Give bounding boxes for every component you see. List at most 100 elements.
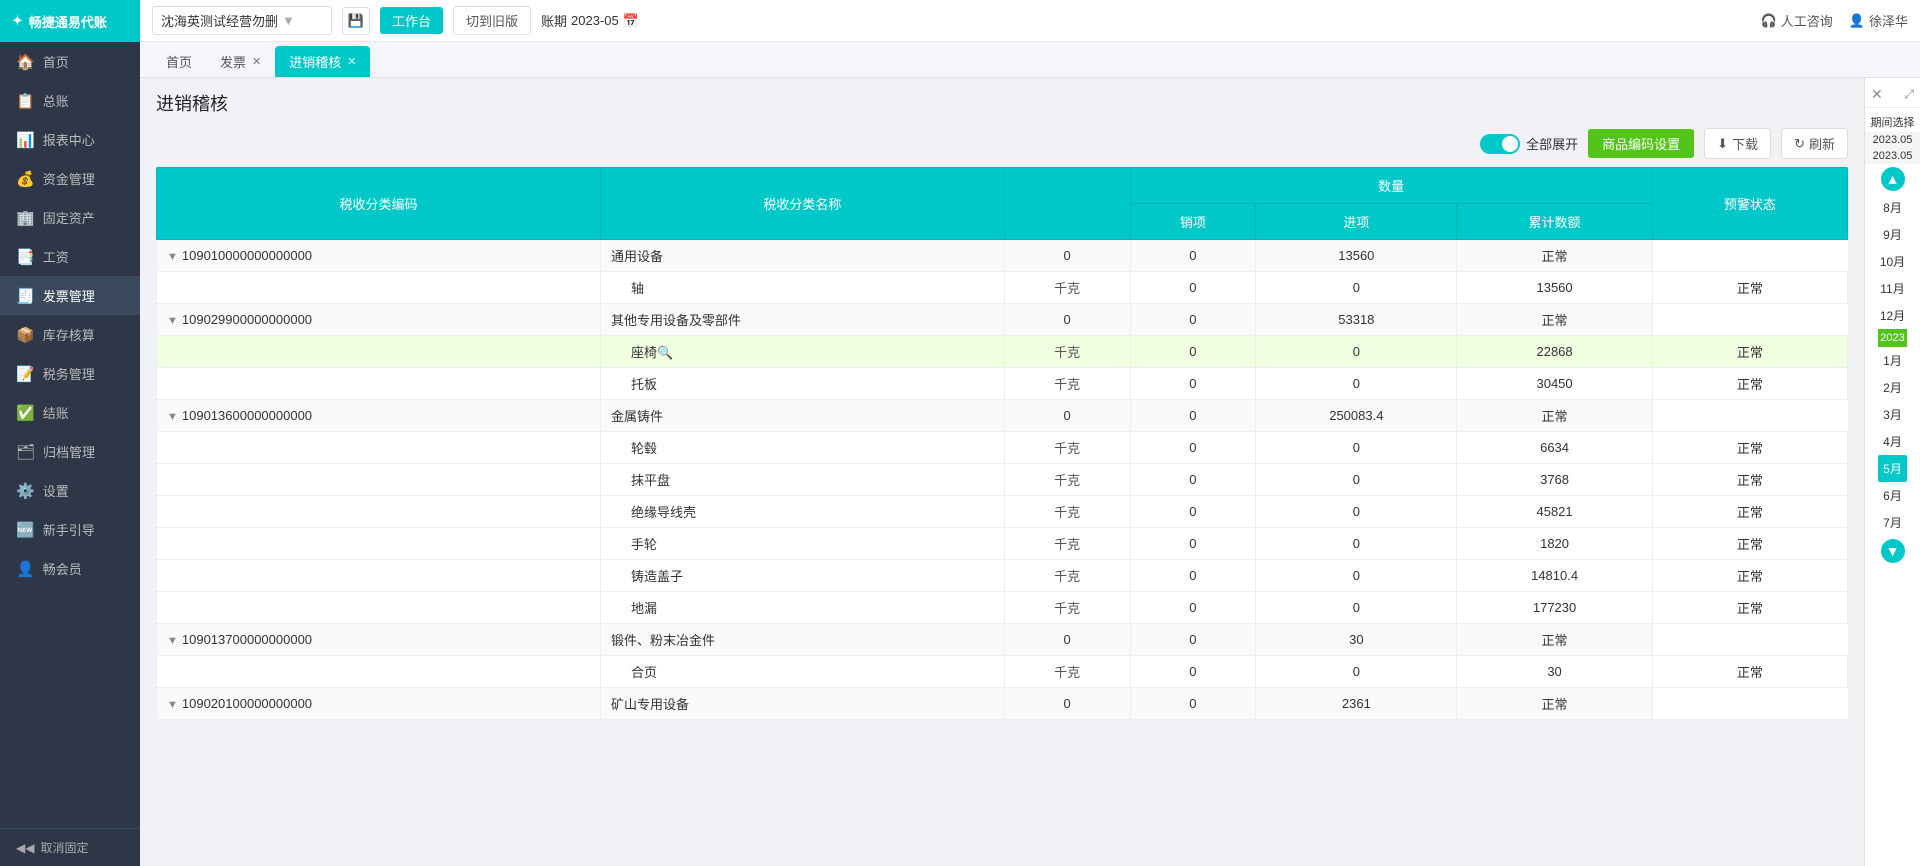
sidebar-item-member[interactable]: 👤 畅会员 (0, 549, 140, 588)
expand-icon[interactable]: ▼ (167, 635, 178, 647)
expand-icon[interactable]: ▼ (167, 251, 178, 263)
unpin-button[interactable]: ◀◀ 取消固定 (0, 828, 140, 866)
month-item[interactable]: 6月 (1878, 482, 1907, 509)
workbench-button[interactable]: 工作台 (380, 7, 443, 34)
tab-invoice[interactable]: 发票 ✕ (206, 46, 275, 77)
month-item[interactable]: 4月 (1878, 428, 1907, 455)
sidebar-item-report[interactable]: 📊 报表中心 (0, 120, 140, 159)
cell-tax-code: ▼109013600000000000 (157, 400, 601, 432)
sidebar-item-salary[interactable]: 📑 工资 (0, 237, 140, 276)
service-link[interactable]: 🎧 人工咨询 (1761, 11, 1833, 30)
cell-sales: 0 (1130, 464, 1256, 496)
user-name: 徐泽华 (1869, 11, 1908, 30)
refresh-button[interactable]: ↻ 刷新 (1781, 128, 1848, 159)
cell-tax-code (157, 592, 601, 624)
stock-icon: 📦 (16, 326, 35, 344)
sidebar-label-member: 畅会员 (43, 559, 82, 578)
expand-icon[interactable]: ▼ (167, 699, 178, 711)
cell-sales: 0 (1130, 368, 1256, 400)
right-panel: ✕ ⤢ 期间选择 2023.05 2023.05 ▲ 8月9月10月11月12月… (1864, 78, 1920, 866)
cell-status: 正常 (1652, 368, 1847, 400)
month-item[interactable]: 9月 (1878, 221, 1907, 248)
scroll-up-button[interactable]: ▲ (1881, 167, 1905, 191)
app-logo: ✦ 畅捷通易代账 (0, 0, 140, 42)
month-item[interactable]: 8月 (1878, 194, 1907, 221)
month-item[interactable]: 1月 (1878, 347, 1907, 374)
cell-purchase: 0 (1256, 592, 1457, 624)
user-info[interactable]: 👤 徐泽华 (1849, 11, 1908, 30)
product-code-button[interactable]: 商品编码设置 (1588, 129, 1694, 158)
month-item[interactable]: 3月 (1878, 401, 1907, 428)
expand-icon[interactable]: ▼ (167, 315, 178, 327)
cell-tax-code (157, 528, 601, 560)
month-item[interactable]: 10月 (1878, 248, 1907, 275)
sidebar-item-stock[interactable]: 📦 库存核算 (0, 315, 140, 354)
company-selector[interactable]: 沈海英测试经营勿删 ▼ (152, 6, 332, 35)
sidebar-item-home[interactable]: 🏠 首页 (0, 42, 140, 81)
cell-tax-code: ▼109020100000000000 (157, 688, 601, 720)
download-button[interactable]: ⬇ 下载 (1704, 128, 1771, 159)
data-table-wrap: 税收分类编码 税收分类名称 数量 预警状态 销项 进项 累计数额 ▼109010… (156, 167, 1848, 720)
month-item[interactable]: 2月 (1878, 374, 1907, 401)
col-tax-name: 税收分类名称 (600, 168, 1004, 240)
period-selector[interactable]: 账期 2023-05 📅 (541, 11, 639, 30)
cell-tax-code (157, 496, 601, 528)
cell-sales: 0 (1130, 336, 1256, 368)
sidebar-item-asset[interactable]: 🏢 固定资产 (0, 198, 140, 237)
expand-icon[interactable]: ▼ (167, 411, 178, 423)
save-button[interactable]: 💾 (342, 7, 370, 35)
cell-status: 正常 (1457, 240, 1652, 272)
user-avatar-icon: 👤 (1849, 13, 1865, 29)
sidebar-item-invoice[interactable]: 🧾 发票管理 (0, 276, 140, 315)
col-total: 累计数额 (1457, 204, 1652, 240)
cell-purchase: 0 (1256, 560, 1457, 592)
sidebar-item-guide[interactable]: 🆕 新手引导 (0, 510, 140, 549)
sidebar-item-capital[interactable]: 💰 资金管理 (0, 159, 140, 198)
month-item[interactable]: 11月 (1878, 275, 1907, 302)
sidebar-item-settings[interactable]: ⚙️ 设置 (0, 471, 140, 510)
guide-icon: 🆕 (16, 521, 35, 539)
cell-sales: 0 (1004, 304, 1130, 336)
month-list: 8月9月10月11月12月20231月2月3月4月5月6月7月 (1878, 194, 1907, 536)
tab-home-label: 首页 (166, 52, 192, 71)
sidebar-item-tax[interactable]: 📝 税务管理 (0, 354, 140, 393)
cell-tax-name: 绝缘导线壳 (600, 496, 1004, 528)
scroll-down-button[interactable]: ▼ (1881, 539, 1905, 563)
col-quantity-group: 数量 (1130, 168, 1652, 204)
sidebar-item-ledger[interactable]: 📋 总账 (0, 81, 140, 120)
month-item[interactable]: 7月 (1878, 509, 1907, 536)
page: 进销稽核 全部展开 商品编码设置 ⬇ 下载 ↻ 刷新 (140, 78, 1864, 866)
cell-purchase: 0 (1256, 432, 1457, 464)
panel-close-button[interactable]: ✕ (1871, 86, 1883, 103)
capital-icon: 💰 (16, 170, 35, 188)
cell-total: 250083.4 (1256, 400, 1457, 432)
cell-sales: 0 (1130, 432, 1256, 464)
table-row: 手轮 千克 0 0 1820 正常 (157, 528, 1848, 560)
table-row: 抹平盘 千克 0 0 3768 正常 (157, 464, 1848, 496)
table-row: ▼109010000000000000 通用设备 0 0 13560 正常 (157, 240, 1848, 272)
tab-invoice-close[interactable]: ✕ (252, 55, 261, 68)
search-icon[interactable]: 🔍 (657, 345, 673, 360)
switch-old-button[interactable]: 切到旧版 (453, 6, 531, 35)
toggle-expand[interactable]: 全部展开 (1480, 134, 1578, 154)
cell-status: 正常 (1652, 272, 1847, 304)
toggle-switch[interactable] (1480, 134, 1520, 154)
month-item[interactable]: 5月 (1878, 455, 1907, 482)
sidebar-item-archive[interactable]: 🗂 归档管理 (0, 432, 140, 471)
cell-unit: 千克 (1004, 496, 1130, 528)
tab-reconcile-close[interactable]: ✕ (347, 55, 356, 68)
col-warning: 预警状态 (1652, 168, 1847, 240)
cell-tax-name: 座椅🔍 (600, 336, 1004, 368)
cell-tax-code (157, 432, 601, 464)
panel-expand-button[interactable]: ⤢ (1904, 87, 1914, 102)
cell-total: 2361 (1256, 688, 1457, 720)
tab-reconcile[interactable]: 进销稽核 ✕ (275, 46, 370, 77)
tab-home[interactable]: 首页 (152, 46, 206, 77)
topbar-right: 🎧 人工咨询 👤 徐泽华 (1761, 11, 1908, 30)
toggle-label: 全部展开 (1526, 134, 1578, 153)
year-label: 2023 (1878, 329, 1907, 347)
sidebar-item-settle[interactable]: ✅ 结账 (0, 393, 140, 432)
cell-sales: 0 (1130, 592, 1256, 624)
cell-status: 正常 (1457, 688, 1652, 720)
month-item[interactable]: 12月 (1878, 302, 1907, 329)
